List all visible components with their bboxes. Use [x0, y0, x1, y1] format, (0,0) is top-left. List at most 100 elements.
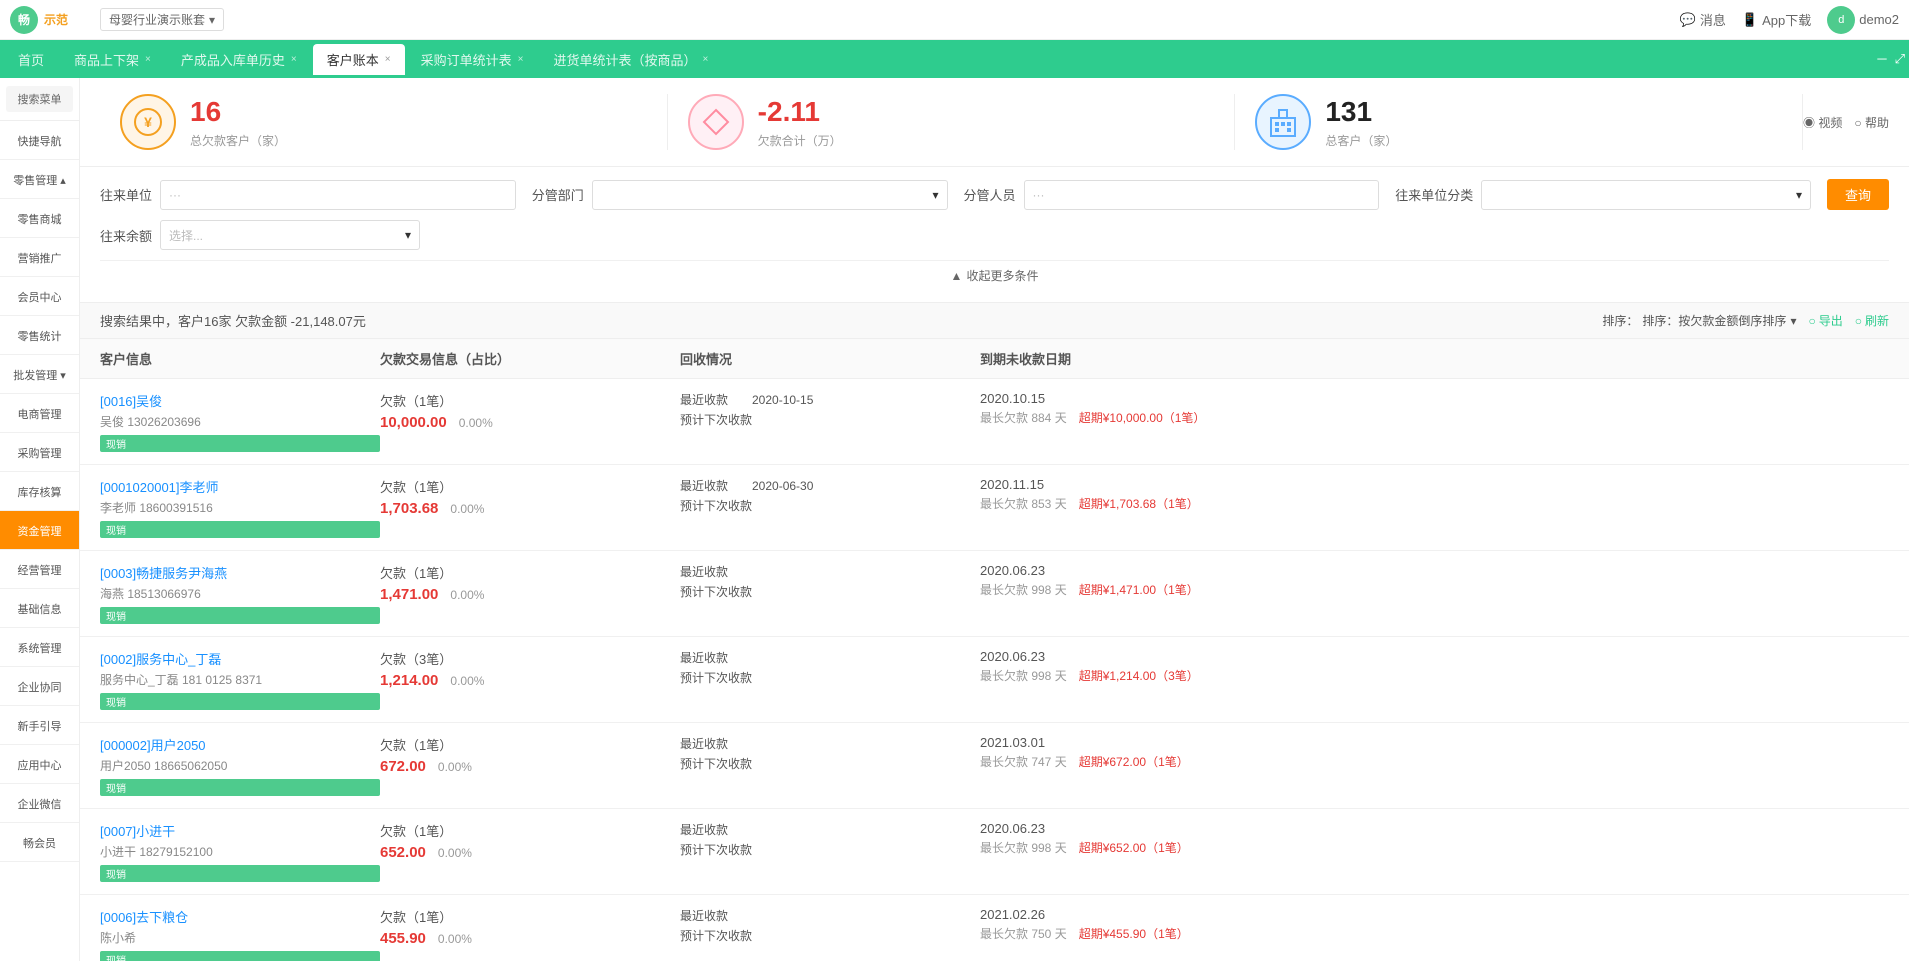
sidebar-item-vip[interactable]: 畅会员	[0, 823, 79, 862]
close-icon[interactable]: ×	[702, 54, 708, 65]
app-container: 畅 示范 母婴行业演示账套 ▾ 💬 消息 📱 App下载 d demo2 首页	[0, 0, 1909, 961]
close-icon[interactable]: ×	[385, 54, 391, 65]
sidebar-item-inventory[interactable]: 库存核算	[0, 472, 79, 511]
table-row: [0007]小进干 小进干 18279152100 现销 欠款（1笔） 652.…	[80, 809, 1909, 895]
tab-home[interactable]: 首页	[4, 44, 58, 75]
close-icon[interactable]: ×	[145, 54, 151, 65]
sidebar-item-marketing[interactable]: 营销推广	[0, 238, 79, 277]
overdue-date-4: 2020.06.23	[980, 649, 1889, 664]
export-btn[interactable]: ○ 导出	[1808, 312, 1842, 329]
search-button[interactable]: 查询	[1827, 179, 1889, 210]
next-collection-label-3: 预计下次收款	[680, 583, 980, 600]
search-menu-btn[interactable]: 搜索菜单	[6, 86, 73, 112]
sort-icon: 排序：	[1602, 312, 1638, 329]
tab-stock-stats[interactable]: 进货单统计表（按商品） ×	[539, 44, 722, 75]
message-icon: 💬	[1680, 12, 1696, 28]
overdue-info-3: 2020.06.23 最长欠款 998 天 超期¥1,471.00（1笔）	[980, 563, 1889, 624]
close-icon[interactable]: ×	[518, 54, 524, 65]
customer-info-5: [000002]用户2050 用户2050 18665062050 现销	[100, 735, 380, 796]
tab-purchase-order[interactable]: 采购订单统计表 ×	[407, 44, 538, 75]
department-select[interactable]: ▾	[592, 180, 948, 210]
sidebar-item-app-center[interactable]: 应用中心	[0, 745, 79, 784]
help-btn[interactable]: ○ 帮助	[1854, 114, 1889, 131]
app-title-label: 母婴行业演示账套	[109, 11, 205, 28]
overdue-link-4[interactable]: 超期¥1,214.00（3笔）	[1079, 669, 1199, 683]
user-menu[interactable]: d demo2	[1827, 6, 1899, 34]
view-btn[interactable]: ◉ 视频	[1803, 114, 1842, 131]
close-icon[interactable]: ×	[291, 54, 297, 65]
filter-manager: 分管人员 ···	[964, 180, 1380, 210]
system-label: 系统管理	[6, 640, 73, 656]
overdue-info-7: 2021.02.26 最长欠款 750 天 超期¥455.90（1笔）	[980, 907, 1889, 961]
message-label: 消息	[1700, 10, 1726, 29]
message-btn[interactable]: 💬 消息	[1680, 10, 1726, 29]
debt-percent-6: 0.00%	[438, 846, 472, 860]
customer-name-6[interactable]: [0007]小进干	[100, 821, 380, 840]
overdue-link-6[interactable]: 超期¥652.00（1笔）	[1079, 841, 1189, 855]
status-badge-5: 现销	[100, 779, 380, 796]
last-collection-label-1: 最近收款 2020-10-15	[680, 391, 980, 408]
minimize-icon[interactable]: ─	[1877, 51, 1886, 67]
collection-info-2: 最近收款 2020-06-30 预计下次收款	[680, 477, 980, 538]
top-right: 💬 消息 📱 App下载 d demo2	[1680, 6, 1899, 34]
tab-product-history[interactable]: 产成品入库单历史 ×	[167, 44, 311, 75]
customer-name-2[interactable]: [0001020001]李老师	[100, 477, 380, 496]
sidebar-item-quick-nav[interactable]: 快捷导航	[0, 121, 79, 160]
main-layout: 搜索菜单 快捷导航 零售管理 ▴ 零售商城 营销推广 会员中心 零售统计 批发管…	[0, 78, 1909, 961]
refresh-btn[interactable]: ○ 刷新	[1855, 312, 1889, 329]
filter-row-1: 往来单位 ··· 分管部门 ▾ 分管人员	[100, 179, 1889, 210]
sidebar-item-member[interactable]: 会员中心	[0, 277, 79, 316]
source-unit-input[interactable]: ···	[160, 180, 516, 210]
sidebar-item-retail-mall[interactable]: 零售商城	[0, 199, 79, 238]
stat-total-info: 131 总客户（家）	[1325, 96, 1397, 149]
sidebar-item-retail-stats[interactable]: 零售统计	[0, 316, 79, 355]
status-badge-1: 现销	[100, 435, 380, 452]
sidebar-item-batch-mgmt[interactable]: 批发管理 ▾	[0, 355, 79, 394]
sidebar-item-finance[interactable]: 资金管理	[0, 511, 79, 550]
customer-name-7[interactable]: [0006]去下粮仓	[100, 907, 380, 926]
sidebar-item-newbie[interactable]: 新手引导	[0, 706, 79, 745]
app-download-btn[interactable]: 📱 App下载	[1742, 10, 1811, 29]
overdue-date-1: 2020.10.15	[980, 391, 1889, 406]
overdue-link-5[interactable]: 超期¥672.00（1笔）	[1079, 755, 1189, 769]
stat-icon-diamond	[688, 94, 744, 150]
customer-name-4[interactable]: [0002]服务中心_丁磊	[100, 649, 380, 668]
debt-amount-6: 652.00	[380, 844, 426, 861]
tab-customer-account-label: 客户账本	[327, 50, 379, 69]
sidebar-item-ecommerce[interactable]: 电商管理	[0, 394, 79, 433]
overdue-link-1[interactable]: 超期¥10,000.00（1笔）	[1079, 411, 1206, 425]
sidebar-item-enterprise-wechat[interactable]: 企业微信	[0, 784, 79, 823]
source-unit-placeholder: ···	[169, 188, 181, 202]
manager-input[interactable]: ···	[1024, 180, 1380, 210]
stat-debt-info: 16 总欠款客户（家）	[190, 96, 286, 149]
tab-purchase-order-label: 采购订单统计表	[421, 50, 512, 69]
stats-header: ¥ 16 总欠款客户（家） -2.11	[80, 78, 1909, 167]
customer-name-5[interactable]: [000002]用户2050	[100, 735, 380, 754]
customer-name-1[interactable]: [0016]吴俊	[100, 391, 380, 410]
basic-info-label: 基础信息	[6, 601, 73, 617]
collection-info-5: 最近收款 预计下次收款	[680, 735, 980, 796]
app-center-label: 应用中心	[6, 757, 73, 773]
sidebar-item-retail-mgmt[interactable]: 零售管理 ▴	[0, 160, 79, 199]
table-row: [0002]服务中心_丁磊 服务中心_丁磊 181 0125 8371 现销 欠…	[80, 637, 1909, 723]
sidebar-item-basic-info[interactable]: 基础信息	[0, 589, 79, 628]
maximize-icon[interactable]: ⤢	[1895, 51, 1905, 67]
collapse-bar[interactable]: ▲ 收起更多条件	[100, 260, 1889, 290]
customer-name-3[interactable]: [0003]畅捷服务尹海燕	[100, 563, 380, 582]
sort-select[interactable]: 排序： 排序：按欠款金额倒序排序 ▾	[1602, 312, 1796, 329]
overdue-link-7[interactable]: 超期¥455.90（1笔）	[1079, 927, 1189, 941]
sidebar-item-purchase[interactable]: 采购管理	[0, 433, 79, 472]
balance-select[interactable]: 选择... ▾	[160, 220, 420, 250]
app-title-select[interactable]: 母婴行业演示账套 ▾	[100, 8, 224, 31]
stat-header-right: ◉ 视频 ○ 帮助	[1803, 94, 1889, 150]
sidebar-item-enterprise-coop[interactable]: 企业协同	[0, 667, 79, 706]
tab-customer-account[interactable]: 客户账本 ×	[313, 44, 405, 75]
overdue-link-2[interactable]: 超期¥1,703.68（1笔）	[1079, 497, 1199, 511]
tab-product-shelf[interactable]: 商品上下架 ×	[60, 44, 165, 75]
sidebar-item-operations[interactable]: 经营管理	[0, 550, 79, 589]
overdue-link-3[interactable]: 超期¥1,471.00（1笔）	[1079, 583, 1199, 597]
sidebar-item-system[interactable]: 系统管理	[0, 628, 79, 667]
unit-category-select[interactable]: ▾	[1481, 180, 1811, 210]
ecommerce-label: 电商管理	[6, 406, 73, 422]
overdue-info-1: 2020.10.15 最长欠款 884 天 超期¥10,000.00（1笔）	[980, 391, 1889, 452]
